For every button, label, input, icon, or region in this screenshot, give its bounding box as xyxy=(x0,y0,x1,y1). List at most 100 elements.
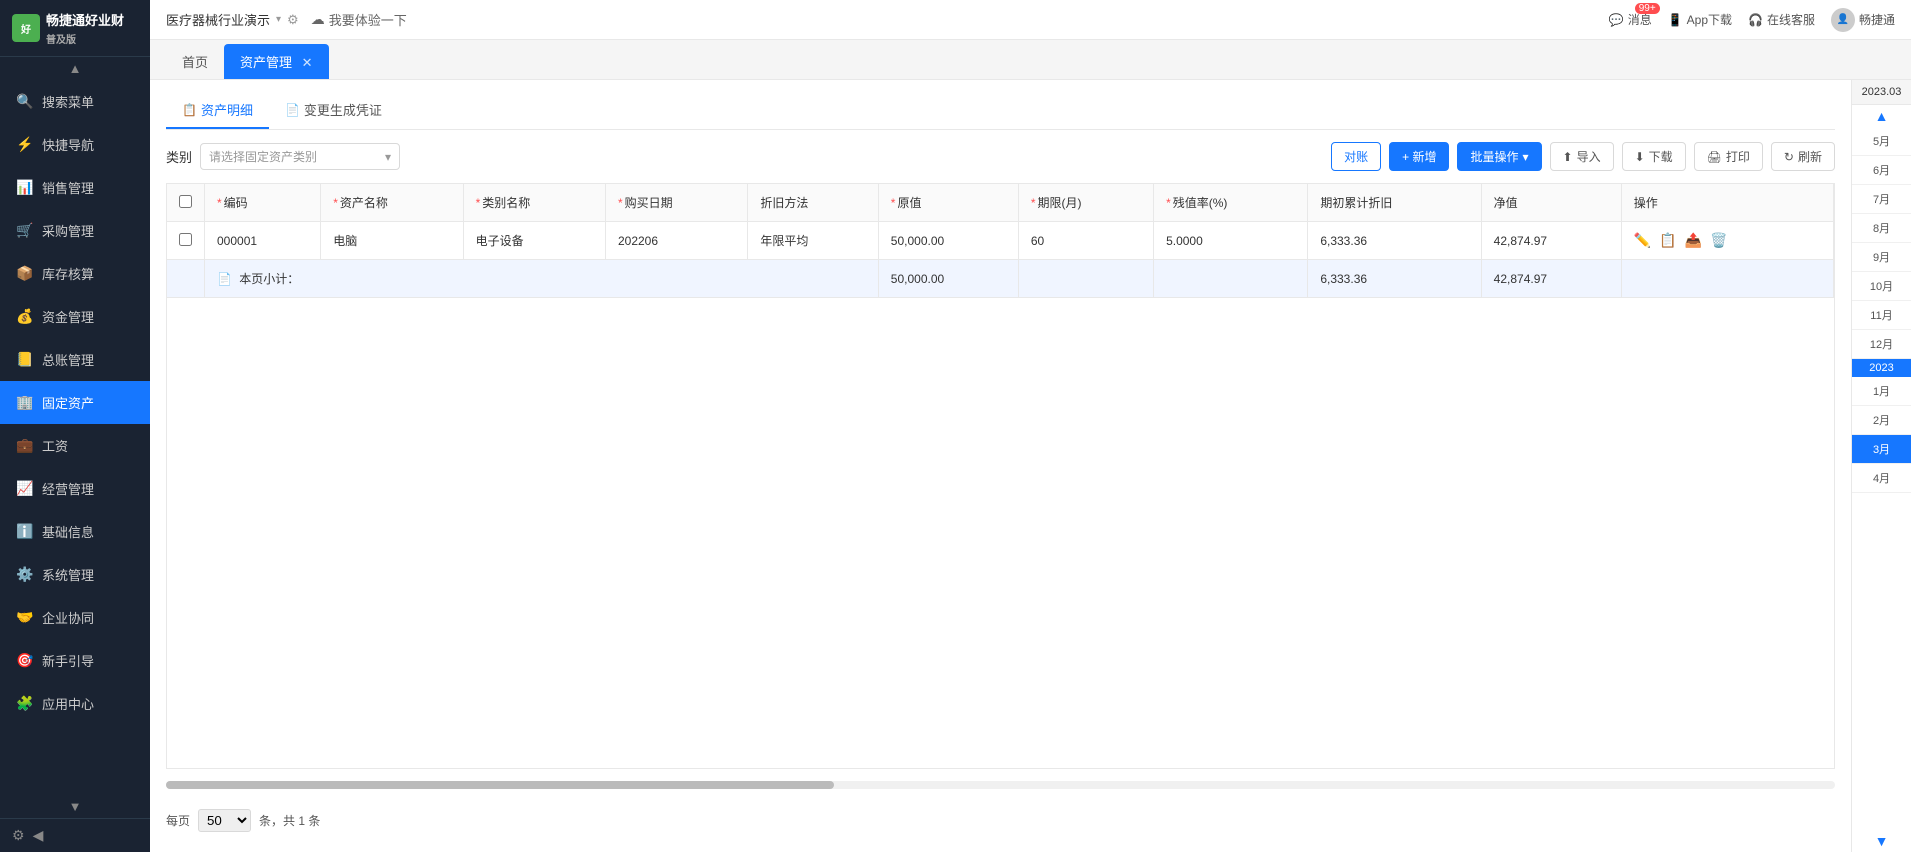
month-6[interactable]: 6月 xyxy=(1852,156,1911,185)
app-download-button[interactable]: 📱 App下载 xyxy=(1668,11,1732,28)
refresh-button[interactable]: ↻ 刷新 xyxy=(1771,142,1835,171)
import-button[interactable]: ⬆ 导入 xyxy=(1550,142,1614,171)
right-panel-down[interactable]: ▼ xyxy=(1852,830,1911,852)
sidebar-item-management[interactable]: 📈 经营管理 xyxy=(0,467,150,510)
month-1[interactable]: 1月 xyxy=(1852,377,1911,406)
sidebar-item-system[interactable]: ⚙️ 系统管理 xyxy=(0,553,150,596)
sidebar-item-collab[interactable]: 🤝 企业协同 xyxy=(0,596,150,639)
settings-button[interactable]: ⚙ xyxy=(12,827,25,844)
category-select[interactable]: 请选择固定资产类别 ▾ xyxy=(200,143,400,170)
header-category: *类别名称 xyxy=(463,184,605,222)
tab-asset-management[interactable]: 资产管理 ✕ xyxy=(224,44,329,79)
batch-button[interactable]: 批量操作 ▾ xyxy=(1457,142,1541,171)
sidebar-item-label: 固定资产 xyxy=(42,393,94,412)
category-label: 类别 xyxy=(166,147,192,166)
subtotal-label: 📄 本页小计： xyxy=(205,260,879,298)
print-button[interactable]: 🖨 打印 xyxy=(1694,142,1763,171)
month-3-active[interactable]: 3月 xyxy=(1852,435,1911,464)
download-icon: ⬇ xyxy=(1635,150,1645,164)
sidebar-item-search[interactable]: 🔍 搜索菜单 xyxy=(0,80,150,123)
sidebar-item-label: 资金管理 xyxy=(42,307,94,326)
month-7[interactable]: 7月 xyxy=(1852,185,1911,214)
company-selector[interactable]: 医疗器械行业演示 ▾ ⚙ xyxy=(166,10,299,29)
sidebar-item-guide[interactable]: 🎯 新手引导 xyxy=(0,639,150,682)
sidebar-item-basic-info[interactable]: ℹ️ 基础信息 xyxy=(0,510,150,553)
download-button[interactable]: ⬇ 下载 xyxy=(1622,142,1686,171)
month-11[interactable]: 11月 xyxy=(1852,301,1911,330)
reconcile-button[interactable]: 对账 xyxy=(1331,142,1381,171)
collab-icon: 🤝 xyxy=(16,609,34,626)
category-placeholder: 请选择固定资产类别 xyxy=(209,148,317,165)
row-category: 电子设备 xyxy=(463,222,605,260)
sidebar-item-salary[interactable]: 💼 工资 xyxy=(0,424,150,467)
month-2[interactable]: 2月 xyxy=(1852,406,1911,435)
export-icon[interactable]: 📤 xyxy=(1685,232,1702,249)
service-label: 在线客服 xyxy=(1767,11,1815,28)
sidebar-item-ledger[interactable]: 📒 总账管理 xyxy=(0,338,150,381)
fixed-assets-icon: 🏢 xyxy=(16,394,34,411)
sub-tab-asset-detail[interactable]: 📋 资产明细 xyxy=(166,92,269,129)
month-9[interactable]: 9月 xyxy=(1852,243,1911,272)
message-button[interactable]: 💬 消息 99+ xyxy=(1609,11,1652,28)
row-initial-depreciation: 6,333.36 xyxy=(1308,222,1481,260)
online-service-button[interactable]: 🎧 在线客服 xyxy=(1748,11,1815,28)
subtotal-empty xyxy=(167,260,205,298)
month-10[interactable]: 10月 xyxy=(1852,272,1911,301)
header-code: *编码 xyxy=(205,184,321,222)
sidebar-scroll-up[interactable]: ▲ xyxy=(0,57,150,80)
subtotal-row: 📄 本页小计： 50,000.00 6,333.36 42,874.97 xyxy=(167,260,1834,298)
right-panel-up[interactable]: ▲ xyxy=(1852,105,1911,127)
management-icon: 📈 xyxy=(16,480,34,497)
subtotal-initial-depreciation: 6,333.36 xyxy=(1308,260,1481,298)
sidebar-item-label: 系统管理 xyxy=(42,565,94,584)
user-avatar-button[interactable]: 👤 畅捷通 xyxy=(1831,8,1895,32)
current-year-label: 2023 xyxy=(1852,359,1911,377)
sidebar-scroll-down[interactable]: ▼ xyxy=(0,795,150,818)
horizontal-scrollbar[interactable] xyxy=(166,781,1835,789)
tab-close-icon[interactable]: ✕ xyxy=(302,55,313,70)
toolbar-actions: 对账 + 新增 批量操作 ▾ ⬆ 导入 ⬇ 下载 🖨 xyxy=(1331,142,1835,171)
total-text: 条，共 1 条 xyxy=(259,812,320,829)
new-button[interactable]: + 新增 xyxy=(1389,142,1449,171)
sidebar-item-finance[interactable]: 💰 资金管理 xyxy=(0,295,150,338)
sidebar-item-apps[interactable]: 🧩 应用中心 xyxy=(0,682,150,725)
select-all-checkbox[interactable] xyxy=(179,195,192,208)
month-8[interactable]: 8月 xyxy=(1852,214,1911,243)
row-period: 60 xyxy=(1018,222,1153,260)
sidebar-item-quicknav[interactable]: ⚡ 快捷导航 xyxy=(0,123,150,166)
tab-home-label: 首页 xyxy=(182,55,208,70)
sidebar-item-sales[interactable]: 📊 销售管理 xyxy=(0,166,150,209)
apps-icon: 🧩 xyxy=(16,695,34,712)
batch-label: 批量操作 xyxy=(1470,148,1518,165)
row-checkbox[interactable] xyxy=(179,233,192,246)
edit-icon[interactable]: ✏️ xyxy=(1634,232,1651,249)
month-4[interactable]: 4月 xyxy=(1852,464,1911,493)
month-5[interactable]: 5月 xyxy=(1852,127,1911,156)
sidebar-item-purchase[interactable]: 🛒 采购管理 xyxy=(0,209,150,252)
copy-icon[interactable]: 📋 xyxy=(1659,232,1676,249)
sidebar-item-fixed-assets[interactable]: 🏢 固定资产 xyxy=(0,381,150,424)
tab-home[interactable]: 首页 xyxy=(166,44,224,79)
settings-gear-icon[interactable]: ⚙ xyxy=(287,12,299,28)
experience-btn[interactable]: ☁ 我要体验一下 xyxy=(311,10,407,29)
right-date-panel: 2023.03 ▲ 5月 6月 7月 8月 9月 10月 11月 12月 202… xyxy=(1851,80,1911,852)
row-residual-rate: 5.0000 xyxy=(1154,222,1308,260)
scrollbar-thumb xyxy=(166,781,834,789)
sidebar-item-inventory[interactable]: 📦 库存核算 xyxy=(0,252,150,295)
month-12[interactable]: 12月 xyxy=(1852,330,1911,359)
sidebar-item-label: 搜索菜单 xyxy=(42,92,94,111)
subtotal-original-value: 50,000.00 xyxy=(878,260,1018,298)
toolbar: 类别 请选择固定资产类别 ▾ 对账 + 新增 批量操作 ▾ ⬆ 导入 xyxy=(166,142,1835,171)
delete-icon[interactable]: 🗑️ xyxy=(1710,232,1727,249)
per-page-select[interactable]: 50 100 200 xyxy=(198,809,251,832)
topbar: 医疗器械行业演示 ▾ ⚙ ☁ 我要体验一下 💬 消息 99+ 📱 App下载 🎧… xyxy=(150,0,1911,40)
header-action: 操作 xyxy=(1621,184,1833,222)
row-code: 000001 xyxy=(205,222,321,260)
header-name: *资产名称 xyxy=(321,184,463,222)
sidebar-logo: 好 畅捷通好业财 普及版 xyxy=(12,10,138,46)
collapse-button[interactable]: ◀ xyxy=(33,827,44,844)
app-label: App下载 xyxy=(1687,11,1732,28)
sidebar-item-label: 销售管理 xyxy=(42,178,94,197)
sub-tab-change-voucher[interactable]: 📄 变更生成凭证 xyxy=(269,92,398,129)
asset-detail-icon: 📋 xyxy=(182,103,197,117)
